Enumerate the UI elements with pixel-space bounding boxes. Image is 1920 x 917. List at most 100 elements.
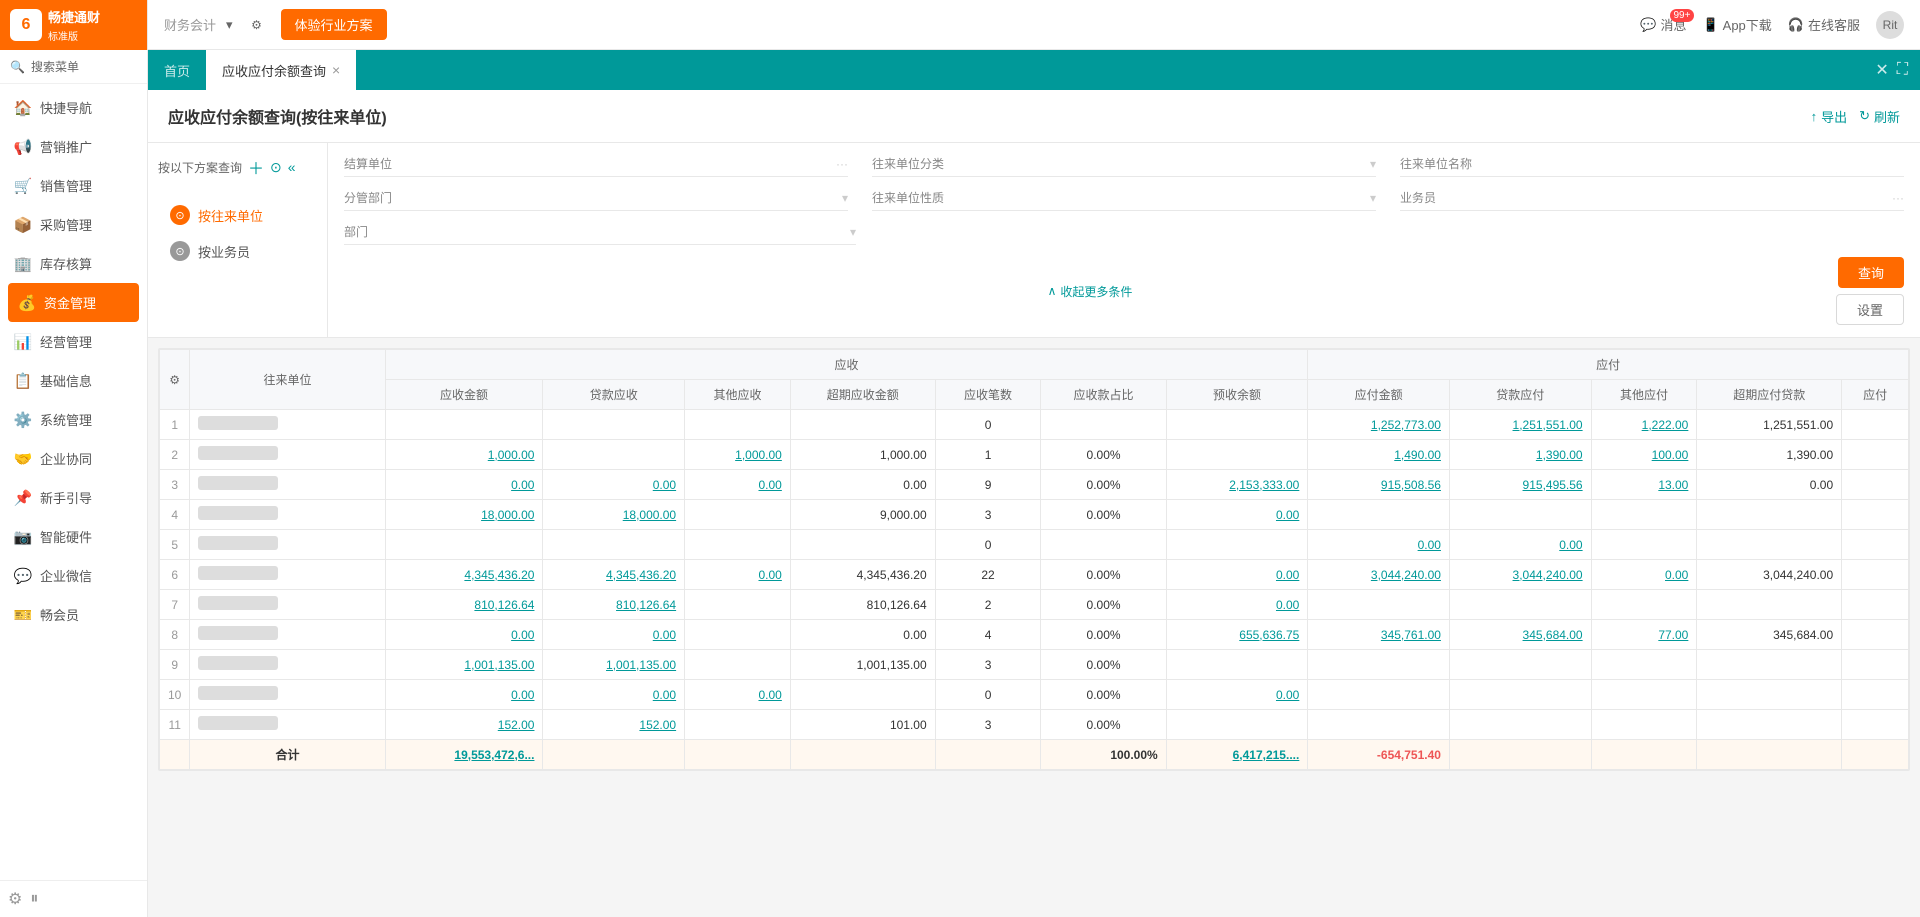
table-row: 11152.00152.00101.0030.00% [160,710,1909,740]
filter-footer: ∧ 收起更多条件 查询 设置 [344,257,1904,325]
filter-right-panel: 结算单位 ··· 往来单位分类 ▾ 往来单位名称 [328,143,1920,337]
tab-close-icon[interactable]: × [332,62,340,78]
settlement-unit-ellipsis-icon[interactable]: ··· [836,157,848,171]
tab-home[interactable]: 首页 [148,50,206,90]
search-menu[interactable]: 🔍 搜索菜单 [0,50,147,84]
filter-unit-category: 往来单位分类 ▾ [872,155,1376,177]
collapse-sidebar-icon[interactable]: ⏸ [30,890,38,908]
sidebar-item-system[interactable]: ⚙️ 系统管理 [0,400,147,439]
dept-input[interactable] [420,191,842,205]
sidebar-item-system-label: 系统管理 [40,410,92,429]
search-icon: 🔍 [10,60,25,74]
settlement-unit-input[interactable] [420,157,836,171]
data-table: ⚙ 往来单位 应收 应付 应收金额 贷款应收 其他应收 超期应收金额 应收笔数 … [159,349,1909,770]
col-ar-other: 其他应收 [685,380,791,410]
table-row: 101,252,773.001,251,551.001,222.001,251,… [160,410,1909,440]
sidebar-item-sales[interactable]: 🛒 销售管理 [0,166,147,205]
collapse-scheme-icon[interactable]: « [288,159,296,175]
sidebar-item-stock[interactable]: 🏢 库存核算 [0,244,147,283]
salesman-input[interactable] [1476,191,1892,205]
logo-badge: 标准版 [48,28,100,43]
sidebar-item-quick[interactable]: 🏠 快捷导航 [0,88,147,127]
by-unit-icon: ⊙ [170,205,190,225]
settings-bottom-icon[interactable]: ⚙ [8,889,22,909]
app-download-button[interactable]: 📱 App下载 [1702,15,1771,34]
export-label: 导出 [1821,107,1847,126]
setting-button[interactable]: 设置 [1836,294,1904,325]
sidebar-item-quick-label: 快捷导航 [40,98,92,117]
col-ar-overdue: 超期应收金额 [790,380,935,410]
tab-bar: 首页 应收应付余额查询 × ✕ ⛶ [148,50,1920,90]
filter-department: 部门 ▾ [344,223,856,245]
table-settings-col[interactable]: ⚙ [160,350,190,410]
tab-expand-icon[interactable]: ⛶ [1897,61,1908,79]
main-content: 应收应付余额查询(按往来单位) ↑ 导出 ↻ 刷新 按以下方案查询 ＋ ⊙ « [148,90,1920,917]
tab-close-all-icon[interactable]: ✕ [1875,60,1888,80]
sidebar-item-wechat[interactable]: 💬 企业微信 [0,556,147,595]
tab-home-label: 首页 [164,61,190,80]
unit-category-input[interactable] [952,157,1370,171]
col-ap-amount: 应付金额 [1308,380,1450,410]
sidebar-item-purchase[interactable]: 📦 采购管理 [0,205,147,244]
edit-scheme-icon[interactable]: ⊙ [270,159,282,176]
corp-icon: 🤝 [14,450,32,468]
col-ap-loan: 贷款应付 [1449,380,1591,410]
nav-option-by-unit[interactable]: ⊙ 按往来单位 [158,197,317,233]
sidebar-bottom: ⚙ ⏸ [0,880,147,917]
header-dropdown[interactable]: ▾ [226,17,233,33]
sidebar-item-hardware[interactable]: 📷 智能硬件 [0,517,147,556]
sidebar-item-member[interactable]: 🎫 畅会员 [0,595,147,634]
purchase-icon: 📦 [14,216,32,234]
hardware-icon: 📷 [14,528,32,546]
unit-name-input[interactable] [1480,157,1904,171]
unit-nature-input[interactable] [952,191,1370,205]
gear-button[interactable]: ⚙ [243,11,271,39]
collapse-more-button[interactable]: ∧ 收起更多条件 [1042,277,1139,306]
unit-name-label: 往来单位名称 [1400,155,1472,172]
sidebar-item-guide[interactable]: 📌 新手引导 [0,478,147,517]
message-button[interactable]: 💬 消息 99+ [1640,15,1686,34]
nav-option-by-salesman[interactable]: ⊙ 按业务员 [158,233,317,269]
department-label: 部门 [344,223,412,240]
avatar: Rit [1876,11,1904,39]
service-icon: 🎧 [1788,17,1804,33]
sidebar-item-basic[interactable]: 📋 基础信息 [0,361,147,400]
unit-category-dropdown-icon[interactable]: ▾ [1370,157,1376,171]
group-ap-header: 应付 [1308,350,1909,380]
query-button[interactable]: 查询 [1838,257,1904,288]
unit-nature-dropdown-icon[interactable]: ▾ [1370,191,1376,205]
department-input[interactable] [420,225,850,239]
settlement-unit-label: 结算单位 [344,155,412,172]
col-ar-count: 应收笔数 [935,380,1041,410]
online-service-button[interactable]: 🎧 在线客服 [1788,15,1860,34]
table-row: 7810,126.64810,126.64810,126.6420.00%0.0… [160,590,1909,620]
sidebar-item-marketing[interactable]: 📢 营销推广 [0,127,147,166]
salesman-label: 业务员 [1400,189,1468,206]
table-settings-icon[interactable]: ⚙ [169,373,180,387]
filter-row-3: 部门 ▾ [344,223,1904,245]
department-dropdown-icon[interactable]: ▾ [850,225,856,239]
action-buttons: 查询 设置 [1836,257,1904,325]
sidebar-item-marketing-label: 营销推广 [40,137,92,156]
sidebar-item-corp[interactable]: 🤝 企业协同 [0,439,147,478]
sidebar-item-business[interactable]: 📊 经营管理 [0,322,147,361]
page-header-actions: ↑ 导出 ↻ 刷新 [1811,107,1900,140]
refresh-button[interactable]: ↻ 刷新 [1859,107,1900,126]
filter-left-panel: 按以下方案查询 ＋ ⊙ « ⊙ 按往来单位 ⊙ 按业务员 [148,143,328,337]
unit-nature-label: 往来单位性质 [872,189,944,206]
business-icon: 📊 [14,333,32,351]
export-button[interactable]: ↑ 导出 [1811,107,1848,126]
tab-ar-ap-label: 应收应付余额查询 [222,61,326,80]
top-header: 财务会计 ▾ ⚙ 体验行业方案 💬 消息 99+ 📱 App下载 🎧 在线客服 … [148,0,1920,50]
add-scheme-icon[interactable]: ＋ [248,155,264,179]
sidebar-item-finance[interactable]: 💰 资金管理 [8,283,139,322]
tab-ar-ap[interactable]: 应收应付余额查询 × [206,50,356,90]
promo-button[interactable]: 体验行业方案 [281,9,387,40]
user-info[interactable]: Rit [1876,11,1904,39]
dept-dropdown-icon[interactable]: ▾ [842,191,848,205]
table-row: 30.000.000.000.0090.00%2,153,333.00915,5… [160,470,1909,500]
sidebar-item-purchase-label: 采购管理 [40,215,92,234]
salesman-ellipsis-icon[interactable]: ··· [1892,191,1904,205]
breadcrumb: 财务会计 [164,15,216,34]
total-ar-advance: 6,417,215.... [1166,740,1308,770]
